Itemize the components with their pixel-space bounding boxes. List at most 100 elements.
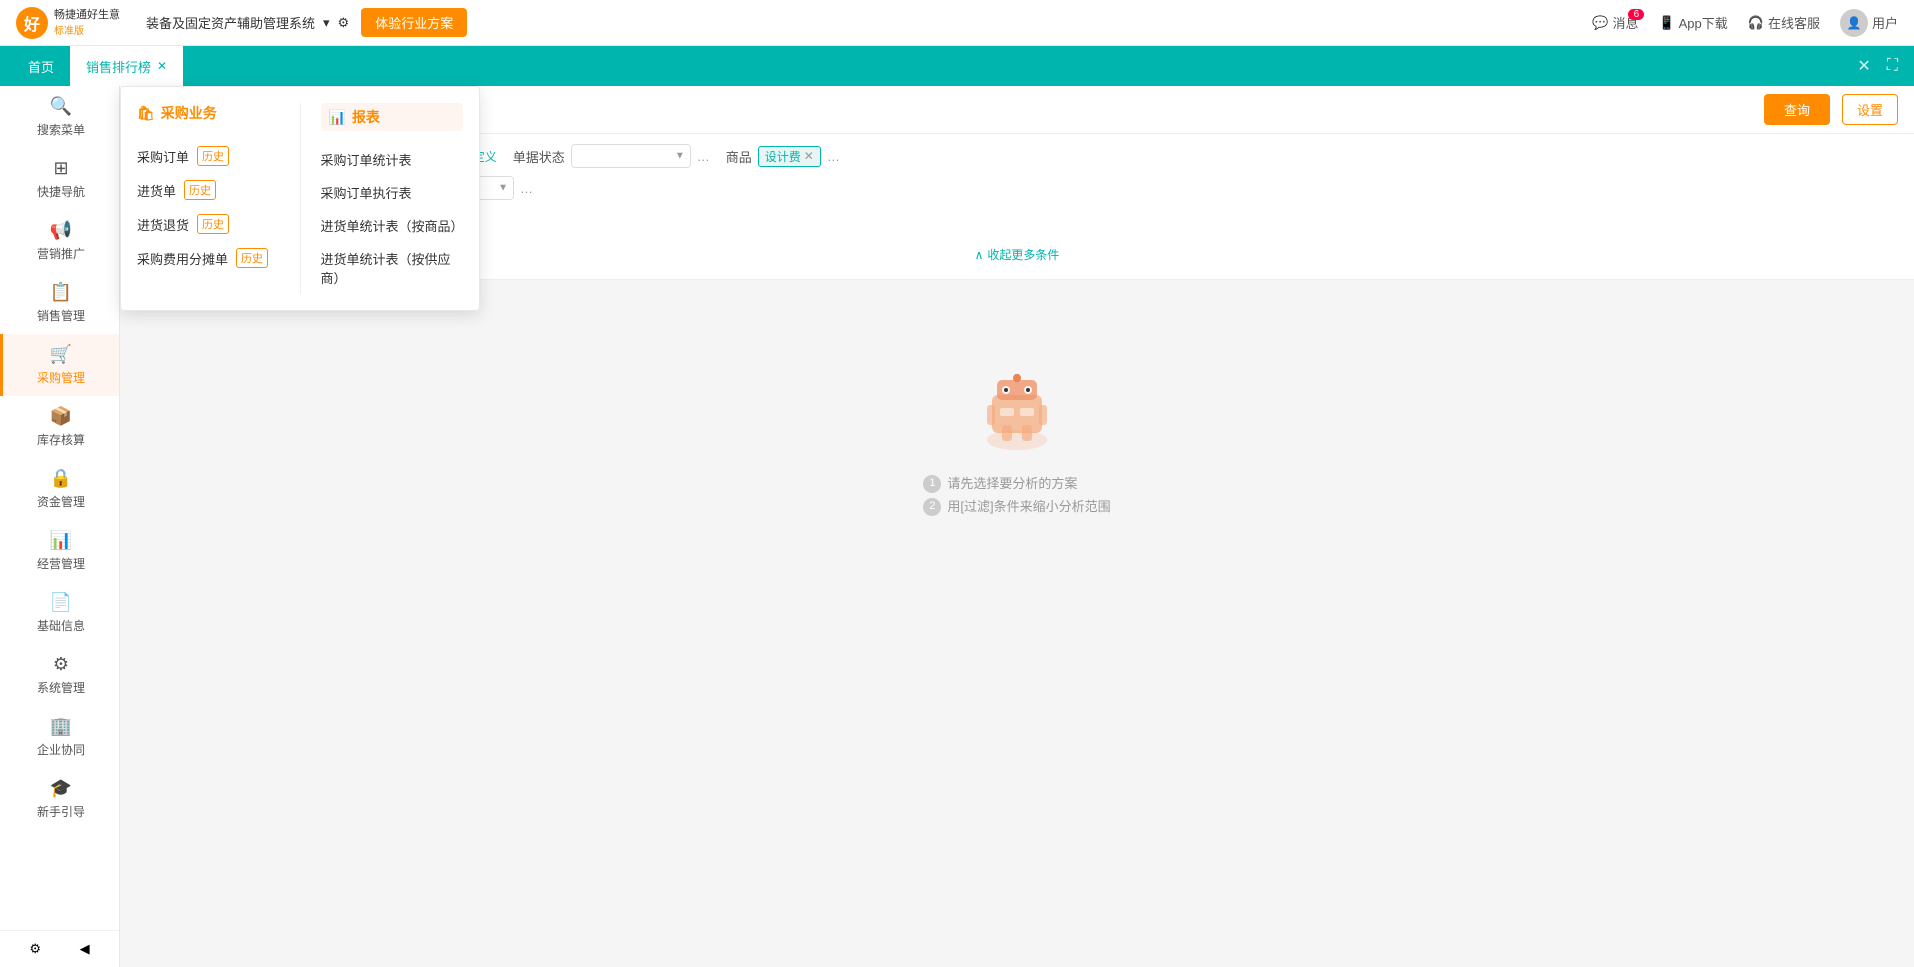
goods-ellipsis[interactable]: … [827, 149, 840, 164]
sidebar-item-sales[interactable]: 📋 销售管理 [0, 272, 119, 334]
goods-filter: 商品 设计费 ✕ … [726, 146, 840, 167]
basic-info-icon: 📄 [50, 592, 72, 613]
empty-state-icon [967, 360, 1067, 460]
purchase-order-label: 采购订单 [137, 147, 189, 166]
sidebar-item-basic-info[interactable]: 📄 基础信息 [0, 582, 119, 644]
sidebar-item-quick-nav[interactable]: ⊞ 快捷导航 [0, 148, 119, 210]
voucher-status-ellipsis[interactable]: … [697, 149, 710, 164]
collapse-label: 收起更多条件 [987, 246, 1059, 263]
message-icon: 💬 [1592, 15, 1608, 31]
online-service-label: 在线客服 [1768, 13, 1820, 32]
sidebar-item-funds[interactable]: 🔒 资金管理 [0, 458, 119, 520]
goods-tag-text: 设计费 [765, 148, 801, 165]
purchase-business-icon: 🛍 [137, 105, 155, 122]
phone-icon: 📱 [1658, 15, 1674, 31]
purchase-business-title: 🛍 采购业务 [137, 103, 280, 127]
logo-area: 好 畅捷通好生意 标准版 [16, 7, 136, 39]
notification-area[interactable]: 💬 6 消息 [1592, 13, 1638, 32]
sidebar-item-system[interactable]: ⚙ 系统管理 [0, 644, 119, 706]
sidebar-item-search[interactable]: 🔍 搜索菜单 [0, 86, 119, 148]
purchase-return-label: 进货退货 [137, 215, 189, 234]
sidebar-quick-nav-label: 快捷导航 [37, 183, 85, 200]
header-right: 💬 6 消息 📱 App下载 🎧 在线客服 👤 用户 [1592, 9, 1898, 37]
voucher-status-select[interactable] [571, 144, 691, 168]
inventory-icon: 📦 [50, 406, 72, 427]
tab-sales-rank-label: 销售排行榜 [86, 57, 151, 76]
sidebar-item-inventory[interactable]: 📦 库存核算 [0, 396, 119, 458]
online-service-area[interactable]: 🎧 在线客服 [1748, 13, 1820, 32]
report-receipt-by-supplier-item[interactable]: 进货单统计表（按供应商） [321, 242, 464, 294]
sidebar-item-operations[interactable]: 📊 经营管理 [0, 520, 119, 582]
user-area[interactable]: 👤 用户 [1840, 9, 1898, 37]
report-column: 📊 报表 采购订单统计表 采购订单执行表 进货单统计表（按商品） 进货单统计表（… [321, 103, 464, 294]
headset-icon: 🎧 [1748, 15, 1764, 31]
report-receipt-by-goods-item[interactable]: 进货单统计表（按商品） [321, 209, 464, 242]
sidebar-item-purchase[interactable]: 🛒 采购管理 [0, 334, 119, 396]
notification-badge: 6 [1628, 9, 1644, 20]
sidebar: 🔍 搜索菜单 ⊞ 快捷导航 📢 营销推广 📋 销售管理 🛒 采购管理 📦 库存核… [0, 86, 120, 967]
tab-home-label: 首页 [28, 57, 54, 76]
salesperson-ellipsis[interactable]: … [520, 181, 533, 196]
sidebar-system-label: 系统管理 [37, 679, 85, 696]
trial-button[interactable]: 体验行业方案 [361, 8, 467, 37]
purchase-receipt-item[interactable]: 进货单 历史 [137, 173, 280, 207]
report-order-exec-label: 采购订单执行表 [321, 183, 412, 202]
marketing-icon: 📢 [50, 220, 72, 241]
app-download-area[interactable]: 📱 App下载 [1658, 13, 1727, 32]
sidebar-search-label: 搜索菜单 [37, 121, 85, 138]
purchase-business-column: 🛍 采购业务 采购订单 历史 进货单 历史 进货退货 历史 采购费用分摊单 历史 [137, 103, 280, 294]
empty-tip-2: 2 用[过滤]条件来缩小分析范围 [923, 495, 1110, 518]
purchase-business-label: 采购业务 [161, 103, 217, 123]
sidebar-item-marketing[interactable]: 📢 营销推广 [0, 210, 119, 272]
title-arrow-icon[interactable]: ▾ [323, 15, 330, 31]
sidebar-item-newbie[interactable]: 🎓 新手引导 [0, 768, 119, 830]
tab-close-icon[interactable]: ✕ [157, 59, 167, 73]
purchase-expense-item[interactable]: 采购费用分摊单 历史 [137, 241, 280, 275]
tip-num-2: 2 [923, 498, 941, 516]
report-receipt-by-supplier-label: 进货单统计表（按供应商） [321, 249, 464, 287]
tip-num-1: 1 [923, 475, 941, 493]
report-order-stats-label: 采购订单统计表 [321, 150, 412, 169]
empty-state: 1 请先选择要分析的方案 2 用[过滤]条件来缩小分析范围 [120, 280, 1914, 599]
sidebar-newbie-label: 新手引导 [37, 803, 85, 820]
sidebar-marketing-label: 营销推广 [37, 245, 85, 262]
purchase-expense-hist-badge: 历史 [236, 248, 268, 268]
report-receipt-by-goods-label: 进货单统计表（按商品） [321, 216, 464, 235]
sidebar-operations-label: 经营管理 [37, 555, 85, 572]
tab-bar-right: ✕ ⛶ [1853, 54, 1902, 78]
user-label: 用户 [1872, 13, 1898, 32]
logo-text: 畅捷通好生意 [54, 8, 120, 22]
sidebar-item-enterprise[interactable]: 🏢 企业协同 [0, 706, 119, 768]
operations-icon: 📊 [50, 530, 72, 551]
report-icon: 📊 [329, 109, 346, 126]
tip-text-1: 请先选择要分析的方案 [947, 472, 1077, 495]
goods-tag-close-icon[interactable]: ✕ [804, 149, 814, 163]
avatar-icon: 👤 [1847, 16, 1862, 30]
collapse-sidebar-icon[interactable]: ◀ [80, 941, 90, 957]
voucher-status-select-wrap [571, 144, 691, 168]
report-order-stats-item[interactable]: 采购订单统计表 [321, 143, 464, 176]
funds-icon: 🔒 [50, 468, 72, 489]
tab-home[interactable]: 首页 [12, 46, 70, 86]
search-icon: 🔍 [50, 96, 72, 117]
quick-nav-icon: ⊞ [53, 158, 68, 179]
top-header: 好 畅捷通好生意 标准版 装备及固定资产辅助管理系统 ▾ ⚙ 体验行业方案 💬 … [0, 0, 1914, 46]
tab-close-window-icon[interactable]: ✕ [1853, 54, 1874, 78]
purchase-expense-label: 采购费用分摊单 [137, 249, 228, 268]
system-title-area: 装备及固定资产辅助管理系统 ▾ ⚙ [146, 13, 349, 32]
purchase-return-item[interactable]: 进货退货 历史 [137, 207, 280, 241]
setting-button[interactable]: 设置 [1842, 94, 1898, 125]
report-order-exec-item[interactable]: 采购订单执行表 [321, 176, 464, 209]
settings-bottom-icon[interactable]: ⚙ [29, 941, 41, 957]
purchase-dropdown-menu: 🛍 采购业务 采购订单 历史 进货单 历史 进货退货 历史 采购费用分摊单 历史… [120, 86, 480, 311]
tab-expand-icon[interactable]: ⛶ [1883, 55, 1902, 77]
gear-icon[interactable]: ⚙ [338, 15, 350, 31]
empty-tips: 1 请先选择要分析的方案 2 用[过滤]条件来缩小分析范围 [923, 472, 1110, 519]
system-title-text: 装备及固定资产辅助管理系统 [146, 13, 315, 32]
purchase-order-item[interactable]: 采购订单 历史 [137, 139, 280, 173]
query-button[interactable]: 查询 [1764, 94, 1830, 125]
voucher-status-filter: 单据状态 … [513, 144, 710, 168]
logo-badge: 标准版 [54, 22, 120, 37]
tab-sales-rank[interactable]: 销售排行榜 ✕ [70, 46, 183, 86]
purchase-receipt-label: 进货单 [137, 181, 176, 200]
